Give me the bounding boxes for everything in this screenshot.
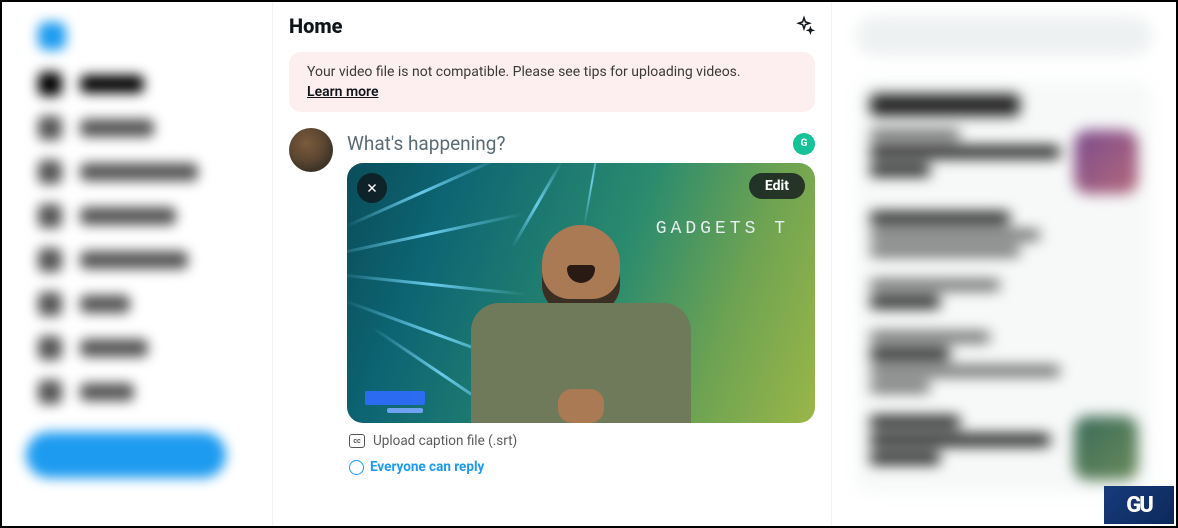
watermark: GU <box>1104 486 1174 524</box>
trend-item[interactable] <box>870 332 1138 398</box>
media-person <box>471 225 691 423</box>
twitter-logo[interactable] <box>38 22 66 50</box>
left-sidebar <box>2 2 272 526</box>
reply-settings-label: Everyone can reply <box>370 459 484 475</box>
edit-media-button[interactable]: Edit <box>749 173 805 199</box>
grammarly-icon[interactable]: G <box>793 133 815 155</box>
nav-home[interactable] <box>26 62 248 106</box>
nav-explore[interactable] <box>26 106 248 150</box>
tweet-button[interactable] <box>26 432 226 478</box>
compose-input[interactable]: What's happening? <box>347 132 505 155</box>
remove-media-button[interactable] <box>357 173 387 203</box>
trend-item[interactable] <box>870 280 1138 314</box>
nav-profile[interactable] <box>26 326 248 370</box>
nav-more[interactable] <box>26 370 248 414</box>
trend-item[interactable] <box>870 130 1138 194</box>
close-icon <box>365 181 379 195</box>
compose-area: What's happening? G GADGETS T <box>273 122 831 485</box>
trend-item[interactable] <box>870 212 1138 262</box>
search-input[interactable] <box>856 16 1152 56</box>
page-title: Home <box>289 14 343 38</box>
main-header: Home <box>273 2 831 48</box>
upload-caption-row[interactable]: cc Upload caption file (.srt) <box>347 423 815 455</box>
media-preview: GADGETS T Edit <box>347 163 815 423</box>
main-column: Home Your video file is not compatible. … <box>272 2 832 526</box>
error-text: Your video file is not compatible. Pleas… <box>307 64 797 80</box>
nav-messages[interactable] <box>26 194 248 238</box>
avatar[interactable] <box>289 128 333 172</box>
nav-notifications[interactable] <box>26 150 248 194</box>
error-learn-more-link[interactable]: Learn more <box>307 84 378 100</box>
nav-lists[interactable] <box>26 282 248 326</box>
trend-item[interactable] <box>870 416 1138 480</box>
nav-bookmarks[interactable] <box>26 238 248 282</box>
whats-happening-section <box>856 80 1152 494</box>
globe-icon <box>349 460 364 475</box>
right-sidebar <box>832 2 1176 526</box>
sparkle-icon[interactable] <box>793 15 815 37</box>
reply-settings-button[interactable]: Everyone can reply <box>347 455 815 479</box>
error-banner: Your video file is not compatible. Pleas… <box>289 52 815 112</box>
upload-caption-label: Upload caption file (.srt) <box>373 433 517 449</box>
cc-icon: cc <box>349 434 365 448</box>
